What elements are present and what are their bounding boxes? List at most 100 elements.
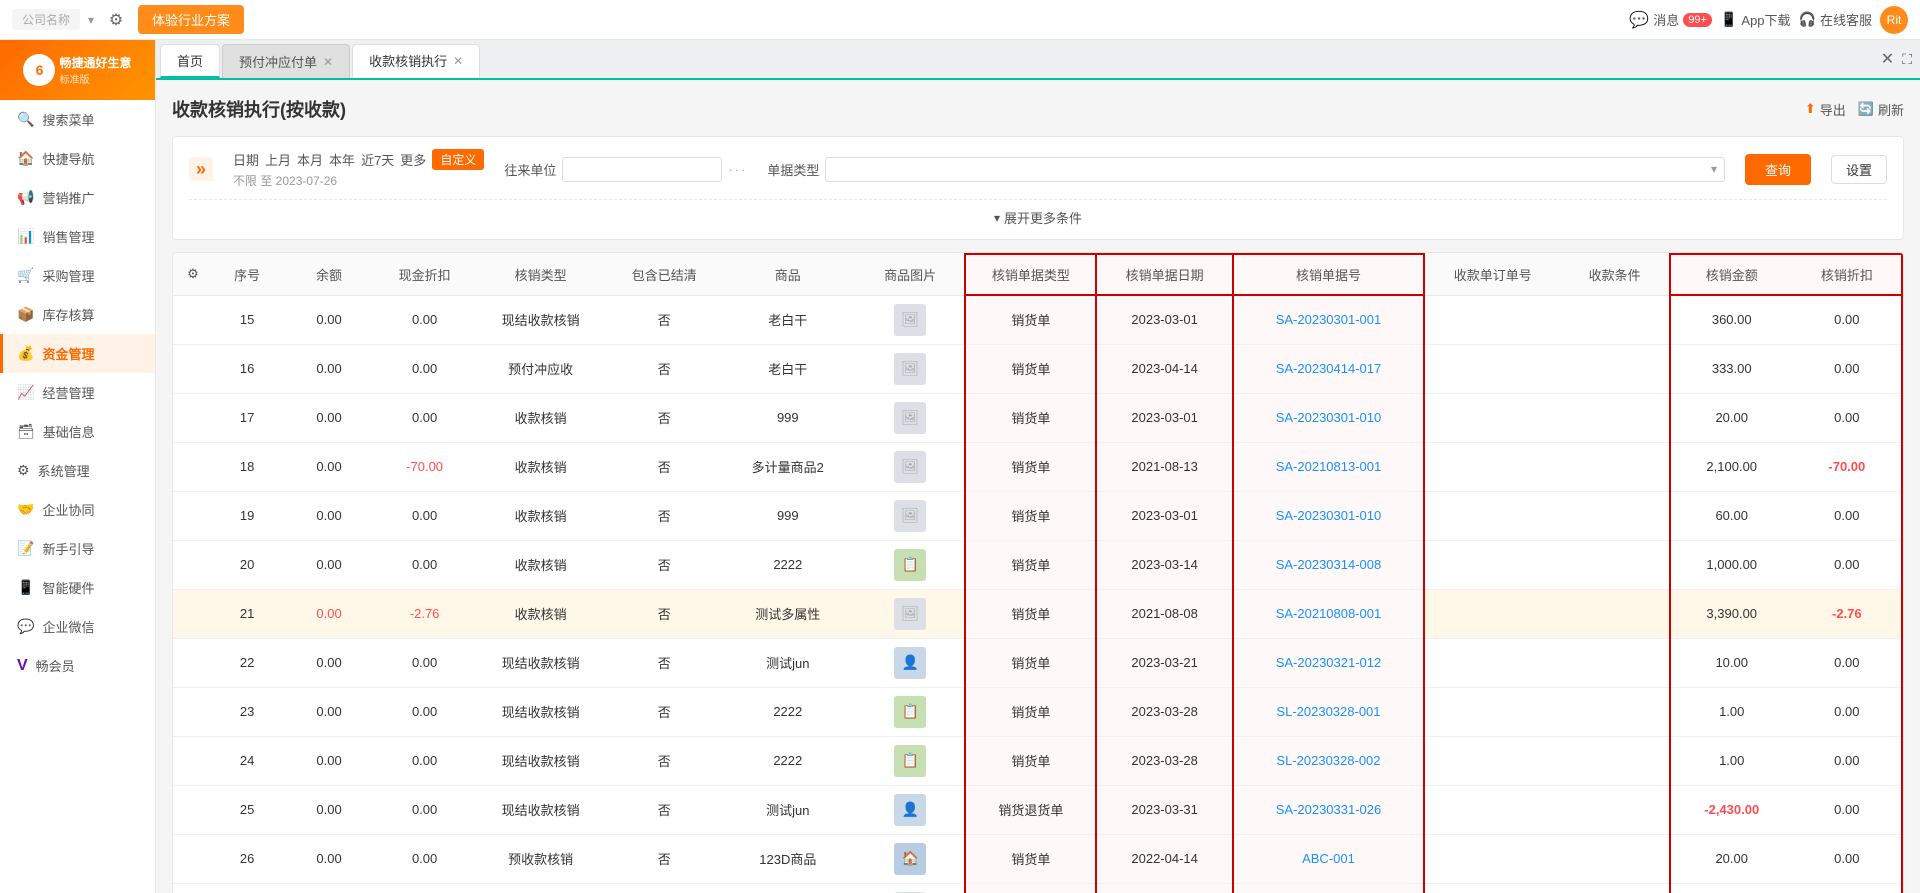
sidebar-item-newbie[interactable]: 📝 新手引导 — [0, 529, 155, 568]
chevron-down-icon: ▾ — [88, 13, 94, 27]
app-download[interactable]: 📱 App下载 — [1720, 10, 1791, 29]
table-row-writeoff-amount: 20.00 — [1670, 393, 1793, 442]
sidebar-item-wechat[interactable]: 💬 企业微信 — [0, 607, 155, 646]
table-row-bill-report-type: 销货单 — [965, 736, 1096, 785]
system-icon: ⚙ — [17, 462, 30, 479]
maximize-btn[interactable]: ⛶ — [1902, 51, 1912, 68]
sidebar-item-basic-info[interactable]: 🗃 基础信息 — [0, 412, 155, 451]
table-row-receipt-condition — [1561, 687, 1670, 736]
table-row-bill-no[interactable]: SA-20230314-008 — [1233, 540, 1424, 589]
table-row-writeoff-discount: 0.00 — [1793, 736, 1902, 785]
table-row-include-settled: 否 — [609, 589, 720, 638]
table-row-writeoff-discount: 0.00 — [1793, 540, 1902, 589]
table-row-receipt-condition — [1561, 785, 1670, 834]
table-row-balance: 0.00 — [281, 344, 377, 393]
table-row-product: 多计量商品2 — [720, 442, 857, 491]
date-option-this-year[interactable]: 本年 — [329, 150, 355, 169]
table-row-bill-no[interactable]: ABC-001 — [1233, 834, 1424, 883]
settings-btn[interactable]: 设置 — [1831, 155, 1887, 184]
search-icon: 🔍 — [17, 111, 34, 128]
table-row-include-settled: 否 — [609, 834, 720, 883]
tab-prepay-close[interactable]: ✕ — [323, 55, 333, 69]
table-row-bill-no[interactable]: SA-20210808-001 — [1233, 589, 1424, 638]
query-btn[interactable]: 查询 — [1745, 154, 1811, 185]
table-row-receipt-condition — [1561, 393, 1670, 442]
sidebar-item-marketing[interactable]: 📢 营销推广 — [0, 178, 155, 217]
table-row-bill-no[interactable]: SA-20230301-001 — [1233, 295, 1424, 344]
table-row-bill-no[interactable]: SA-20230301-010 — [1233, 393, 1424, 442]
table-row-receipt-order — [1424, 638, 1561, 687]
sidebar-item-system[interactable]: ⚙ 系统管理 — [0, 451, 155, 490]
table-row-product-img: 📋 — [856, 540, 965, 589]
bill-type-select[interactable] — [825, 157, 1725, 182]
sales-icon: 📊 — [17, 228, 34, 245]
table-row-bill-no[interactable]: SA-20230301-010 — [1233, 491, 1424, 540]
tab-prepay[interactable]: 预付冲应付单 ✕ — [222, 44, 350, 78]
tab-collection-label: 收款核销执行 — [369, 51, 447, 70]
expand-conditions-btn[interactable]: ▾ 展开更多条件 — [994, 208, 1082, 227]
sidebar-item-finance[interactable]: 💰 资金管理 — [0, 334, 155, 373]
partner-input[interactable] — [562, 157, 722, 182]
date-option-more[interactable]: 更多 — [400, 150, 426, 169]
sidebar-item-purchase[interactable]: 🛒 采购管理 — [0, 256, 155, 295]
table-row-bill-no[interactable]: SL-20230408-001 — [1233, 883, 1424, 893]
table-row-writeoff-type: 收款核销 — [472, 393, 609, 442]
export-btn[interactable]: ⬆ 导出 — [1805, 100, 1846, 119]
table-row-bill-no[interactable]: SL-20230328-001 — [1233, 687, 1424, 736]
industry-btn[interactable]: 体验行业方案 — [138, 5, 244, 34]
custom-date-btn[interactable]: 自定义 — [432, 149, 484, 170]
table-row-bill-report-type: 销货单 — [965, 442, 1096, 491]
table-row-bill-no[interactable]: SA-20230414-017 — [1233, 344, 1424, 393]
table-row-bill-report-type: 销货单 — [965, 393, 1096, 442]
table-row-product-img: 📋 — [856, 736, 965, 785]
settings-col-icon: ⚙ — [187, 266, 199, 281]
tab-collection-close[interactable]: ✕ — [453, 54, 463, 68]
close-window-btn[interactable]: ✕ — [1881, 49, 1894, 69]
tab-collection[interactable]: 收款核销执行 ✕ — [352, 44, 480, 78]
sidebar-item-member[interactable]: V 畅会员 — [0, 646, 155, 685]
table-row-product: 老白干 — [720, 344, 857, 393]
table-row-receipt-order — [1424, 785, 1561, 834]
online-service[interactable]: 🎧 在线客服 — [1799, 10, 1872, 29]
col-product: 商品 — [720, 254, 857, 295]
table-row-bill-report-type: 销货单 — [965, 295, 1096, 344]
sidebar-label-operations: 经营管理 — [42, 383, 94, 402]
sidebar-item-operations[interactable]: 📈 经营管理 — [0, 373, 155, 412]
table-row-receipt-condition — [1561, 638, 1670, 687]
gear-icon[interactable]: ⚙ — [102, 6, 130, 34]
tab-home[interactable]: 首页 — [160, 44, 220, 78]
date-option-7days[interactable]: 近7天 — [361, 150, 394, 169]
table-row-balance: 0.00 — [281, 589, 377, 638]
notification-area[interactable]: 💬 消息 99+ — [1629, 10, 1712, 30]
sidebar-item-enterprise[interactable]: 🤝 企业协同 — [0, 490, 155, 529]
col-product-img: 商品图片 — [856, 254, 965, 295]
table-row-receipt-condition — [1561, 736, 1670, 785]
date-option-this-month[interactable]: 本月 — [297, 150, 323, 169]
expand-filter-icon[interactable]: » — [189, 157, 213, 181]
sidebar-item-search[interactable]: 🔍 搜索菜单 — [0, 100, 155, 139]
table-row-bill-no[interactable]: SA-20230321-012 — [1233, 638, 1424, 687]
table-row-balance: 0.00 — [281, 736, 377, 785]
table-row-settings — [173, 785, 213, 834]
table-row-bill-no[interactable]: SL-20230328-002 — [1233, 736, 1424, 785]
date-option-last-month[interactable]: 上月 — [265, 150, 291, 169]
table-row-receipt-condition — [1561, 589, 1670, 638]
table-row-settings — [173, 687, 213, 736]
refresh-btn[interactable]: 🔄 刷新 — [1858, 100, 1904, 119]
table-row-settings — [173, 442, 213, 491]
table-row-include-settled: 否 — [609, 442, 720, 491]
sidebar-item-sales[interactable]: 📊 销售管理 — [0, 217, 155, 256]
sidebar-item-quick-nav[interactable]: 🏠 快捷导航 — [0, 139, 155, 178]
sidebar-item-smart-hw[interactable]: 📱 智能硬件 — [0, 568, 155, 607]
table-row-cash-discount: -70.00 — [377, 442, 473, 491]
col-settings[interactable]: ⚙ — [173, 254, 213, 295]
table-row-bill-no[interactable]: SA-20230331-026 — [1233, 785, 1424, 834]
table-row-settings — [173, 589, 213, 638]
table-row-include-settled: 否 — [609, 344, 720, 393]
sidebar-item-inventory[interactable]: 📦 库存核算 — [0, 295, 155, 334]
table-row-bill-no[interactable]: SA-20210813-001 — [1233, 442, 1424, 491]
logo-area: 6 畅捷通好生意 标准版 — [0, 40, 155, 100]
table-row-bill-report-type: 销货单 — [965, 344, 1096, 393]
col-writeoff-amount: 核销金额 — [1670, 254, 1793, 295]
table-row-balance: 0.00 — [281, 834, 377, 883]
